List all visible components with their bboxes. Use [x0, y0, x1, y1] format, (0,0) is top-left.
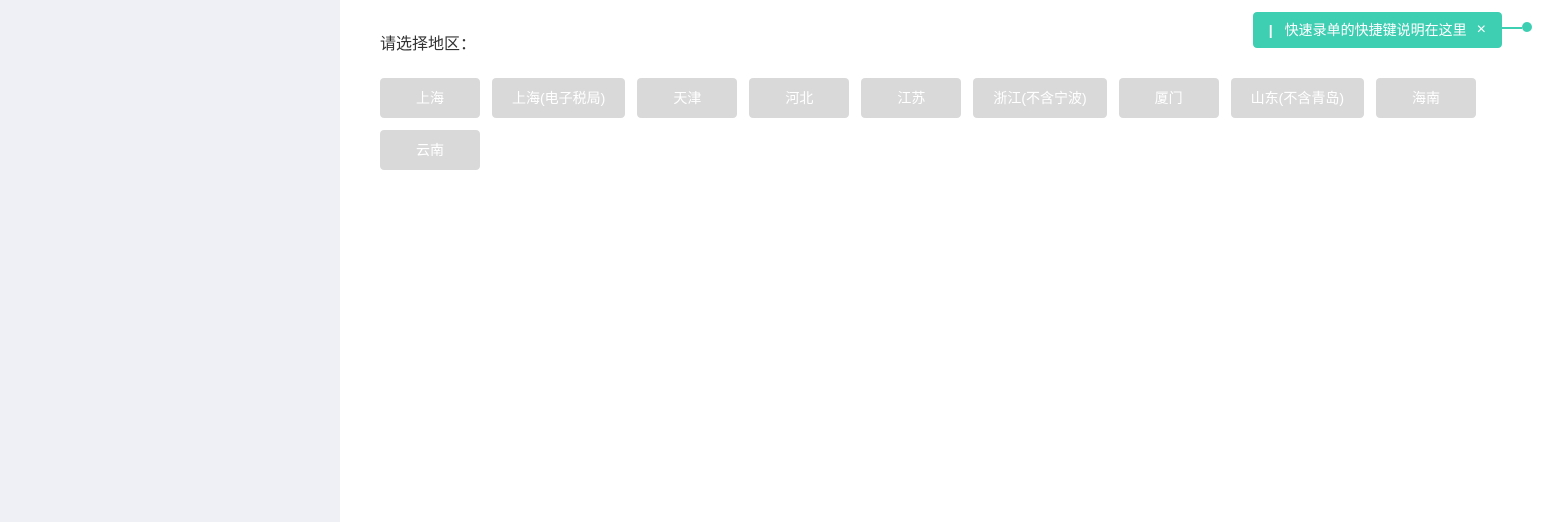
region-btn-4[interactable]: 江苏 [861, 78, 961, 118]
region-btn-3[interactable]: 河北 [749, 78, 849, 118]
tooltip-close-button[interactable]: × [1477, 22, 1486, 38]
region-btn-0[interactable]: 上海 [380, 78, 480, 118]
left-sidebar [0, 0, 340, 522]
region-btn-2[interactable]: 天津 [637, 78, 737, 118]
region-btn-6[interactable]: 厦门 [1119, 78, 1219, 118]
tooltip-dot [1522, 22, 1532, 32]
tooltip-text: 快速录单的快捷键说明在这里 [1285, 20, 1467, 40]
region-btn-1[interactable]: 上海(电子税局) [492, 78, 625, 118]
region-btn-7[interactable]: 山东(不含青岛) [1231, 78, 1364, 118]
main-content: 请选择地区： 上海上海(电子税局)天津河北江苏浙江(不含宁波)厦门山东(不含青岛… [340, 0, 1562, 522]
tooltip-line [1502, 27, 1522, 29]
region-btn-8[interactable]: 海南 [1376, 78, 1476, 118]
region-btn-9[interactable]: 云南 [380, 130, 480, 170]
region-buttons-container: 上海上海(电子税局) 天津河北江苏浙江(不含宁波) 厦门山东(不含青岛) 海南云南 [380, 78, 1522, 170]
tooltip-banner: 快速录单的快捷键说明在这里 × [1253, 12, 1502, 48]
region-btn-5[interactable]: 浙江(不含宁波) [973, 78, 1106, 118]
